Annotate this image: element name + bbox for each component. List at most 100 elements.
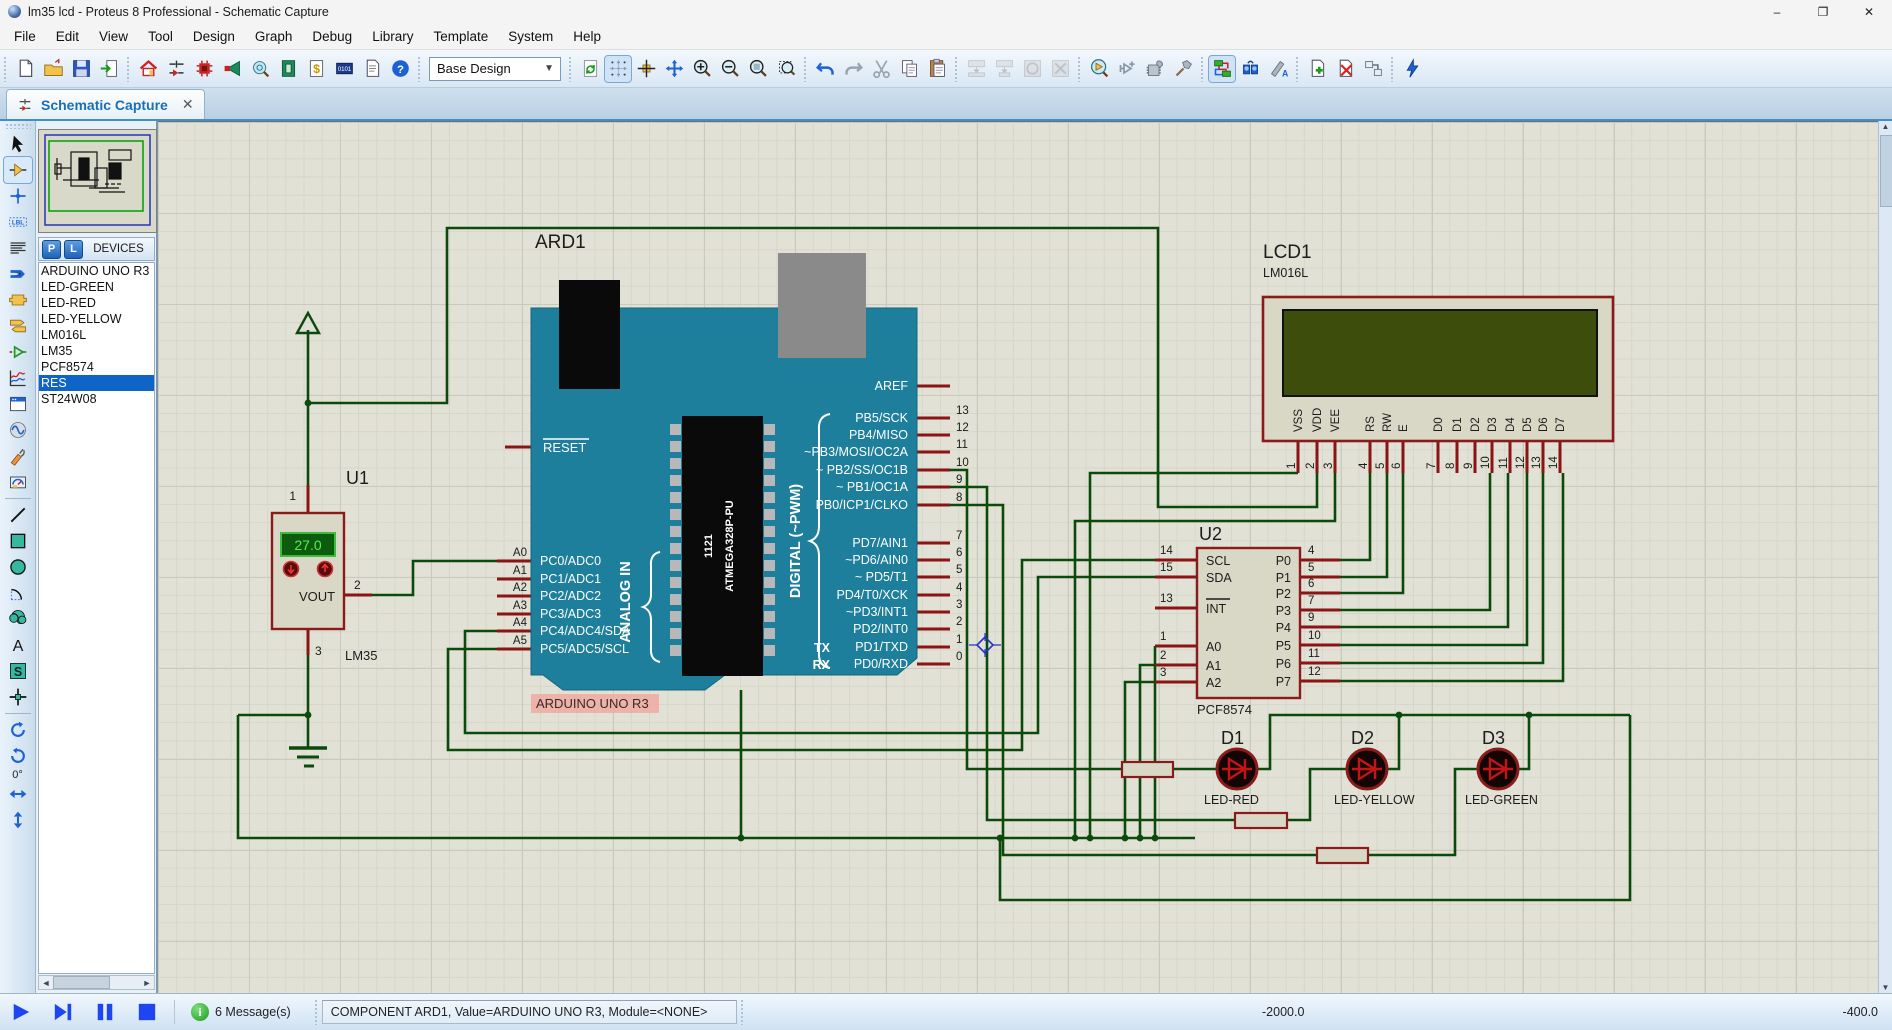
active-popup-mode-icon[interactable]	[4, 391, 32, 417]
wire-label-mode-icon[interactable]: LBL	[4, 209, 32, 235]
component-led-led-red[interactable]: D1 LED-RED	[1204, 728, 1259, 807]
temp-down-button[interactable]	[282, 560, 300, 578]
tab-close-icon[interactable]: ✕	[182, 96, 194, 113]
2d-box-icon[interactable]	[4, 528, 32, 554]
close-button[interactable]: ✕	[1846, 0, 1892, 23]
zoom-sheet-icon[interactable]	[773, 56, 799, 82]
virtual-instruments-mode-icon[interactable]	[4, 469, 32, 495]
scrollbar-thumb[interactable]	[53, 976, 110, 989]
component-mode-icon[interactable]	[2, 156, 33, 184]
device-item-led-yellow[interactable]: LED-YELLOW	[39, 311, 154, 327]
paste-icon[interactable]	[924, 56, 950, 82]
message-count[interactable]: 6 Message(s)	[215, 1005, 291, 1019]
2d-symbol-icon[interactable]: S	[4, 658, 32, 684]
device-pins-mode-icon[interactable]	[4, 339, 32, 365]
selection-mode-icon[interactable]	[4, 131, 32, 157]
block-copy-icon[interactable]	[963, 56, 989, 82]
gerber-viewer-icon[interactable]	[247, 56, 273, 82]
new-sheet-icon[interactable]	[1304, 56, 1330, 82]
cut-icon[interactable]	[868, 56, 894, 82]
goto-sheet-icon[interactable]	[1360, 56, 1386, 82]
pause-button[interactable]	[88, 999, 122, 1025]
new-project-icon[interactable]	[12, 56, 38, 82]
tab-schematic-capture[interactable]: Schematic Capture ✕	[6, 89, 205, 119]
devices-scrollbar[interactable]: ◄ ►	[38, 975, 155, 990]
help-icon[interactable]: ?	[387, 56, 413, 82]
wire-autorouter-icon[interactable]	[1208, 54, 1236, 83]
toggle-grid-icon[interactable]	[604, 54, 632, 83]
scroll-left-icon[interactable]: ◄	[39, 978, 53, 988]
menu-system[interactable]: System	[498, 26, 563, 47]
buses-mode-icon[interactable]	[4, 261, 32, 287]
2d-arc-icon[interactable]	[4, 580, 32, 606]
2d-line-icon[interactable]	[4, 502, 32, 528]
rotate-clockwise-icon[interactable]	[4, 717, 32, 743]
zoom-area-icon[interactable]	[745, 56, 771, 82]
2d-path-icon[interactable]	[4, 606, 32, 632]
2d-circle-icon[interactable]	[4, 554, 32, 580]
design-notes-icon[interactable]	[359, 56, 385, 82]
graph-mode-icon[interactable]	[4, 365, 32, 391]
device-item-res[interactable]: RES	[39, 375, 154, 391]
menu-design[interactable]: Design	[183, 26, 245, 47]
block-move-icon[interactable]	[991, 56, 1017, 82]
scrollbar-thumb[interactable]	[1880, 135, 1892, 207]
component-pcf8574[interactable]: U2 SCL 14 SDA 15 INT 13 A0 1 A1 2 A2 3 P0 4 P1 5 P2 6 P3 7 P…	[1160, 524, 1321, 717]
redo-icon[interactable]	[840, 56, 866, 82]
component-lm35[interactable]: U1 27.0 VOUT 1 2 3 LM35	[270, 468, 378, 663]
device-item-led-red[interactable]: LED-RED	[39, 295, 154, 311]
simulation-log-icon[interactable]: 0101	[331, 56, 357, 82]
design-explorer-icon[interactable]	[275, 56, 301, 82]
pan-icon[interactable]	[661, 56, 687, 82]
component-led-led-green[interactable]: D3 LED-GREEN	[1465, 728, 1538, 807]
schematic-capture-icon[interactable]	[163, 56, 189, 82]
scroll-right-icon[interactable]: ►	[140, 978, 154, 988]
message-info-icon[interactable]: i	[191, 1003, 209, 1021]
menu-tool[interactable]: Tool	[138, 26, 183, 47]
root-sheet-combo[interactable]: Base Design ▼	[429, 56, 561, 81]
redraw-icon[interactable]	[577, 56, 603, 82]
3d-viewer-icon[interactable]	[219, 56, 245, 82]
minimize-button[interactable]: –	[1754, 0, 1800, 23]
decompose-icon[interactable]	[1170, 56, 1196, 82]
menu-help[interactable]: Help	[563, 26, 611, 47]
menu-debug[interactable]: Debug	[302, 26, 362, 47]
canvas-vertical-scrollbar[interactable]: ▲ ▼	[1878, 121, 1892, 993]
play-button[interactable]	[4, 999, 38, 1025]
undo-icon[interactable]	[812, 56, 838, 82]
generator-mode-icon[interactable]	[4, 417, 32, 443]
menu-edit[interactable]: Edit	[46, 26, 89, 47]
device-item-lm016l[interactable]: LM016L	[39, 327, 154, 343]
maximize-button[interactable]: ❐	[1800, 0, 1846, 23]
copy-icon[interactable]	[896, 56, 922, 82]
save-project-icon[interactable]	[68, 56, 94, 82]
menu-file[interactable]: File	[4, 26, 46, 47]
subcircuit-mode-icon[interactable]	[4, 287, 32, 313]
origin-icon[interactable]	[633, 56, 659, 82]
ground-terminal[interactable]	[289, 746, 327, 768]
device-item-arduino-uno-r3[interactable]: ARDUINO UNO R3	[39, 263, 154, 279]
device-item-pcf8574[interactable]: PCF8574	[39, 359, 154, 375]
text-script-mode-icon[interactable]	[4, 235, 32, 261]
2d-text-icon[interactable]: A	[4, 632, 32, 658]
step-button[interactable]	[46, 999, 80, 1025]
overview-minimap[interactable]	[38, 129, 157, 233]
zoom-out-icon[interactable]	[717, 56, 743, 82]
menu-graph[interactable]: Graph	[245, 26, 303, 47]
mirror-horizontal-icon[interactable]	[4, 781, 32, 807]
terminals-mode-icon[interactable]	[4, 313, 32, 339]
bill-of-materials-icon[interactable]: $	[303, 56, 329, 82]
voltage-probe-mode-icon[interactable]	[4, 443, 32, 469]
scroll-down-icon[interactable]: ▼	[1879, 983, 1892, 992]
component-arduino[interactable]: ARD1 1121 ATMEGA328P-PU RESET ANALOG IN …	[513, 232, 969, 713]
device-item-led-green[interactable]: LED-GREEN	[39, 279, 154, 295]
scroll-up-icon[interactable]: ▲	[1879, 122, 1892, 131]
component-led-led-yellow[interactable]: D2 LED-YELLOW	[1334, 728, 1415, 807]
stop-button[interactable]	[130, 999, 164, 1025]
packaging-tool-icon[interactable]	[1142, 56, 1168, 82]
block-delete-icon[interactable]	[1047, 56, 1073, 82]
temp-up-button[interactable]	[316, 560, 334, 578]
property-assignment-icon[interactable]: A	[1265, 56, 1291, 82]
pcb-layout-icon[interactable]	[191, 56, 217, 82]
junction-dot-mode-icon[interactable]	[4, 183, 32, 209]
